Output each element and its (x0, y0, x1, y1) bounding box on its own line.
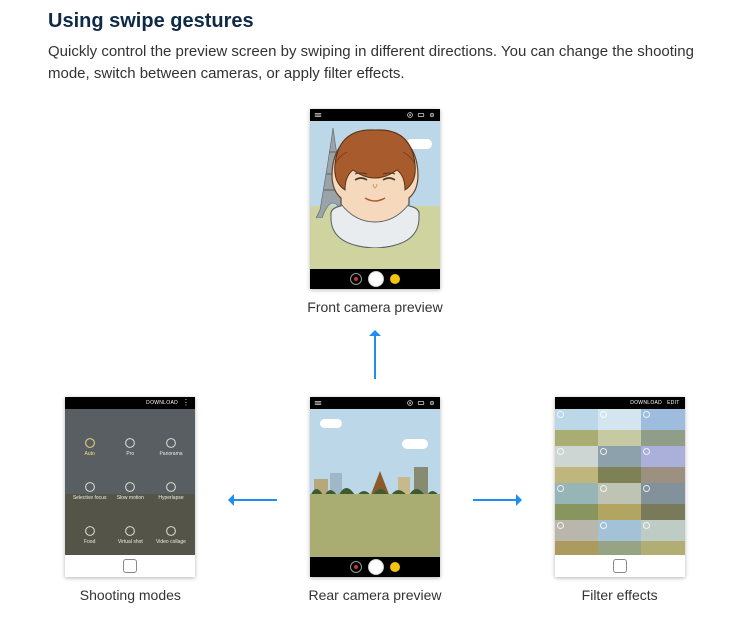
mode-item: Video collage (153, 515, 190, 555)
shooting-modes-cell: DOWNLOAD ⋮ AutoProPanoramaSelective focu… (65, 397, 195, 603)
mode-item: Virtual shot (112, 515, 149, 555)
selfie-illustration (325, 128, 425, 248)
mode-item: Panorama (153, 427, 190, 467)
download-label: DOWNLOAD (146, 400, 178, 406)
settings-icon (314, 111, 322, 119)
settings-icon (314, 399, 322, 407)
filter-tile (641, 520, 684, 557)
mode-item: Hyperlapse (153, 471, 190, 511)
phone-front-camera (310, 109, 440, 289)
rear-camera-cell: Rear camera preview (308, 397, 441, 603)
filter-tile (641, 446, 684, 483)
filter-tile (641, 483, 684, 520)
section-title: Using swipe gestures (48, 10, 702, 33)
caption-front: Front camera preview (307, 299, 442, 315)
record-button-icon (350, 273, 362, 285)
mode-item: Pro (112, 427, 149, 467)
arrow-left-icon (229, 499, 277, 501)
mode-item: Selective focus (71, 471, 108, 511)
shutter-button-icon (368, 271, 384, 287)
front-camera-cell: Front camera preview (307, 109, 442, 315)
camera-switch-icon (123, 559, 137, 573)
record-button-icon (350, 561, 362, 573)
gear-icon (428, 399, 436, 407)
filter-grid (555, 409, 685, 557)
swipe-diagram: Front camera preview DOWNLOAD ⋮ AutoProP… (48, 109, 702, 603)
edit-label: EDIT (667, 400, 680, 406)
filter-tile (598, 409, 641, 446)
camera-switch-icon (613, 559, 627, 573)
mode-item: Auto (71, 427, 108, 467)
filter-effects-cell: DOWNLOAD EDIT Filter effects (555, 397, 685, 603)
caption-modes: Shooting modes (80, 587, 181, 603)
flash-icon (406, 111, 414, 119)
hdr-icon (417, 399, 425, 407)
filter-tile (641, 409, 684, 446)
effects-button-icon (390, 274, 400, 284)
filter-tile (555, 520, 598, 557)
caption-filters: Filter effects (582, 587, 658, 603)
filter-tile (598, 483, 641, 520)
mode-item: Slow motion (112, 471, 149, 511)
mode-item: Food (71, 515, 108, 555)
filter-tile (555, 409, 598, 446)
filter-tile (555, 446, 598, 483)
hdr-icon (417, 111, 425, 119)
arrow-up-icon (374, 331, 376, 379)
filter-tile (598, 520, 641, 557)
shutter-button-icon (368, 559, 384, 575)
phone-shooting-modes: DOWNLOAD ⋮ AutoProPanoramaSelective focu… (65, 397, 195, 577)
phone-rear-camera (310, 397, 440, 577)
filter-tile (598, 446, 641, 483)
modes-overlay: AutoProPanorama Selective focusSlow motio… (65, 409, 195, 557)
download-label: DOWNLOAD (630, 400, 662, 406)
flash-icon (406, 399, 414, 407)
caption-rear: Rear camera preview (308, 587, 441, 603)
arrow-right-icon (473, 499, 521, 501)
filter-tile (555, 483, 598, 520)
effects-button-icon (390, 562, 400, 572)
section-intro: Quickly control the preview screen by sw… (48, 41, 702, 85)
gear-icon (428, 111, 436, 119)
phone-filter-effects: DOWNLOAD EDIT (555, 397, 685, 577)
